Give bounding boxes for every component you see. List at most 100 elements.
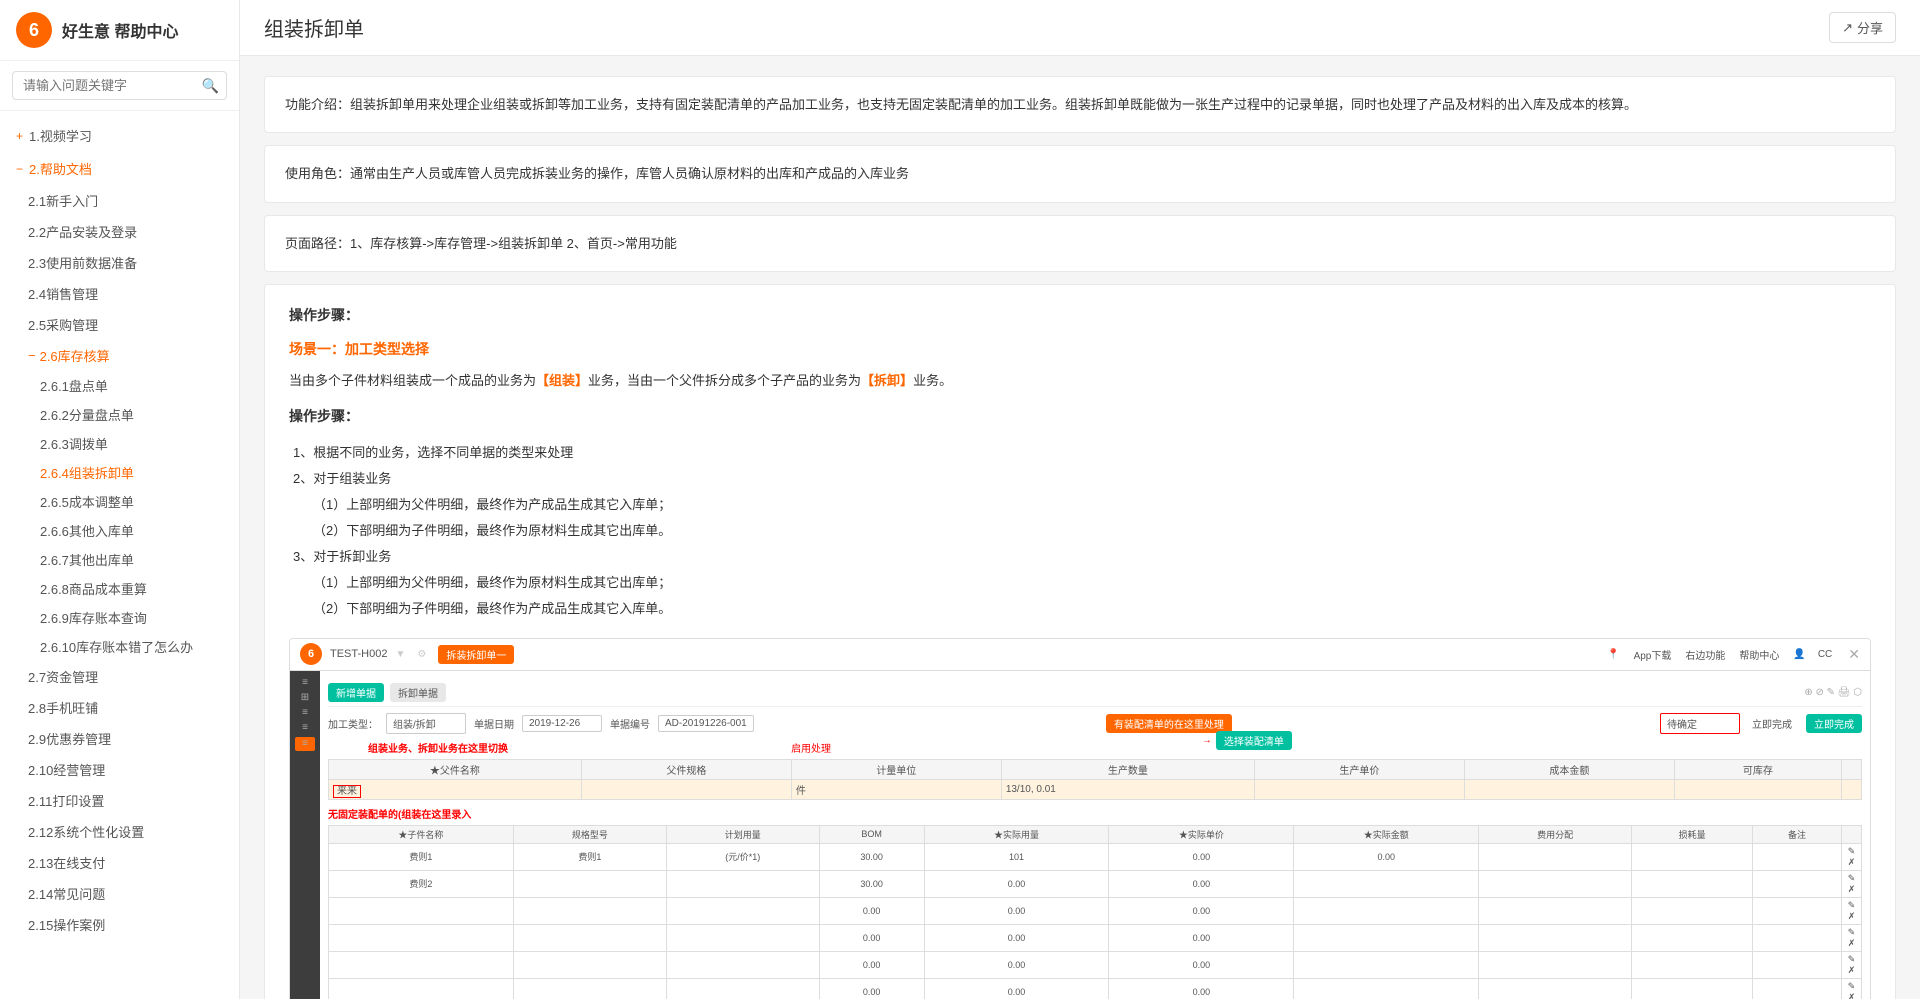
sidebar-item-other-out[interactable]: 2.6.7其他出库单: [0, 545, 239, 574]
mock-annotation-no-bom: 无固定装配单的(组装在这里录入: [328, 806, 1862, 821]
search-input[interactable]: [12, 71, 227, 100]
path-text: 页面路径：1、库存核算->库存管理->组装拆卸单 2、首页->常用功能: [285, 236, 677, 251]
share-button[interactable]: ↗ 分享: [1829, 12, 1896, 43]
sidebar-item-cost-adjust[interactable]: 2.6.5成本调整单: [0, 487, 239, 516]
path-section: 页面路径：1、库存核算->库存管理->组装拆卸单 2、首页->常用功能: [264, 215, 1896, 272]
mock-date-val: 2019-12-26: [522, 715, 602, 732]
role-text: 使用角色：通常由生产人员或库管人员完成拆装业务的操作，库管人员确认原材料的出库和…: [285, 166, 909, 181]
mock-help-center: 帮助中心: [1739, 647, 1779, 662]
mock-child-actual-amt-1: 0.00: [1294, 843, 1479, 870]
mock-child-row-5: 0.000.000.00✎ ✗: [329, 951, 1862, 978]
mock-child-actual-qty-1: 101: [924, 843, 1109, 870]
sidebar-item-payment[interactable]: 2.13在线支付: [0, 847, 239, 878]
mock-parent-price-1: [1254, 779, 1464, 799]
mock-th-stock: 可库存: [1674, 759, 1841, 779]
mock-child-actual-price-2: 0.00: [1109, 870, 1294, 897]
mock-close-icon: ✕: [1848, 646, 1860, 663]
sidebar-item-mobile[interactable]: 2.8手机旺铺: [0, 692, 239, 723]
screenshot-container: 6 TEST-H002 ▼ ⚙ 拆装拆卸单一 📍 App下载 右边功能 帮助中心…: [289, 638, 1871, 999]
sidebar-item-cases[interactable]: 2.15操作案例: [0, 909, 239, 940]
mock-parent-name-1: 来来: [329, 779, 582, 799]
sidebar-item-transfer[interactable]: 2.6.3调拨单: [0, 429, 239, 458]
role-section: 使用角色：通常由生产人员或库管人员完成拆装业务的操作，库管人员确认原材料的出库和…: [264, 145, 1896, 202]
mock-topbar: 6 TEST-H002 ▼ ⚙ 拆装拆卸单一 📍 App下载 右边功能 帮助中心…: [290, 639, 1870, 671]
search-icon[interactable]: 🔍: [202, 77, 219, 94]
mock-th-unit-price: 生产单价: [1254, 759, 1464, 779]
sidebar-item-ledger-query[interactable]: 2.6.9库存账本查询: [0, 603, 239, 632]
mock-parent-spec-1: [581, 779, 791, 799]
sidebar-item-coupon[interactable]: 2.9优惠券管理: [0, 723, 239, 754]
sidebar-item-customization[interactable]: 2.12系统个性化设置: [0, 816, 239, 847]
mock-code-val: AD-20191226-001: [658, 715, 754, 732]
nav-level2-items: 2.6.1盘点单 2.6.2分量盘点单 2.6.3调拨单 2.6.4组装拆卸单 …: [0, 371, 239, 661]
steps-list: 1、根据不同的业务，选择不同单据的类型来处理 2、对于组装业务 （1）上部明细为…: [289, 440, 1871, 622]
step-2-2: （2）下部明细为子件明细，最终作为原材料生成其它出库单。: [313, 518, 1871, 544]
mock-parent-unit-1: 件: [791, 779, 1001, 799]
sidebar-item-ledger-error[interactable]: 2.6.10库存账本错了怎么办: [0, 632, 239, 661]
mock-th-plan-qty: 计划用量: [666, 825, 819, 843]
mock-parent-table: ★父件名称 父件规格 计量单位 生产数量 生产单价 成本金额 可库存: [328, 759, 1862, 800]
sidebar-item-assembly[interactable]: 2.6.4组装拆卸单: [0, 458, 239, 487]
sidebar-item-faq[interactable]: 2.14常见问题: [0, 878, 239, 909]
main-content: 功能介绍：组装拆卸单用来处理企业组装或拆卸等加工业务，支持有固定装配清单的产品加…: [240, 56, 1920, 999]
sidebar-item-sales[interactable]: 2.4销售管理: [0, 278, 239, 309]
mock-form-content: 新增单据 拆卸单据 ⊕ ⊘ ✎ 🖨 ⬡ 加工类型： 组装/拆卸 单据日期 201…: [320, 671, 1870, 999]
mock-th-remark: 备注: [1753, 825, 1842, 843]
mock-logo: 6: [300, 643, 322, 665]
mock-th-prod-qty: 生产数量: [1001, 759, 1254, 779]
step-3-sub: （1）上部明细为父件明细，最终作为原材料生成其它出库单； （2）下部明细为子件明…: [293, 570, 1871, 622]
sidebar-item-video-learning[interactable]: + 1.视频学习: [0, 119, 239, 152]
nav-group-video: + 1.视频学习: [0, 119, 239, 152]
mock-app: 6 TEST-H002 ▼ ⚙ 拆装拆卸单一 📍 App下载 右边功能 帮助中心…: [290, 639, 1870, 999]
sidebar-item-cost-recalc[interactable]: 2.6.8商品成本重算: [0, 574, 239, 603]
sidebar: 6 好生意 帮助中心 🔍 + 1.视频学习 − 2.帮助文档 2.1新手入门 2…: [0, 0, 240, 999]
logo-text: 好生意 帮助中心: [62, 18, 178, 42]
intro-text: 功能介绍：组装拆卸单用来处理企业组装或拆卸等加工业务，支持有固定装配清单的产品加…: [285, 97, 1637, 112]
mock-th-parent-name: ★父件名称: [329, 759, 582, 779]
sidebar-item-beginner[interactable]: 2.1新手入门: [0, 185, 239, 216]
mock-child-bom-2: 30.00: [819, 870, 924, 897]
mock-th-bom: BOM: [819, 825, 924, 843]
mock-th-actual-qty: ★实际用量: [924, 825, 1109, 843]
mock-child-row-4: 0.000.000.00✎ ✗: [329, 924, 1862, 951]
mock-child-row-6: 0.000.000.00✎ ✗: [329, 978, 1862, 999]
sidebar-item-finance[interactable]: 2.7资金管理: [0, 661, 239, 692]
mock-parent-op-1: [1842, 779, 1862, 799]
step-2: 2、对于组装业务: [293, 466, 1871, 492]
mock-child-name-1: 费则1: [329, 843, 514, 870]
sidebar-item-other-in[interactable]: 2.6.6其他入库单: [0, 516, 239, 545]
sidebar-item-stocktake[interactable]: 2.6.1盘点单: [0, 371, 239, 400]
mock-th-parent-spec: 父件规格: [581, 759, 791, 779]
logo-icon: 6: [16, 12, 52, 48]
mock-date-label: 单据日期: [474, 716, 514, 731]
scenario1-title: 场景一：加工类型选择: [289, 339, 1871, 359]
mock-right-func: 右边功能: [1685, 647, 1725, 662]
sidebar-item-purchase[interactable]: 2.5采购管理: [0, 309, 239, 340]
sidebar-item-print[interactable]: 2.11打印设置: [0, 785, 239, 816]
sidebar-item-inventory[interactable]: − 2.6库存核算: [0, 340, 239, 371]
mock-app-download: App下载: [1634, 647, 1672, 662]
mock-confirm-btn: 立即完成: [1806, 714, 1862, 733]
mock-th-op: [1842, 759, 1862, 779]
sidebar-item-help-docs[interactable]: − 2.帮助文档: [0, 152, 239, 185]
mock-qty-label: 立即完成: [1752, 716, 1792, 731]
mock-main-area: ≡ ⊞ ≡ ≡ ≡ 新增单据 拆卸单据: [290, 671, 1870, 999]
sidebar-item-partial-stocktake[interactable]: 2.6.2分量盘点单: [0, 400, 239, 429]
mock-child-actual-amt-2: [1294, 870, 1479, 897]
minus-icon: −: [16, 162, 23, 176]
mock-child-op-2: ✎ ✗: [1842, 870, 1862, 897]
step-3-2: （2）下部明细为子件明细，最终作为产成品生成其它入库单。: [313, 596, 1871, 622]
mock-child-loss-1: [1632, 843, 1753, 870]
sidebar-item-ops[interactable]: 2.10经营管理: [0, 754, 239, 785]
search-bar: 🔍: [0, 61, 239, 111]
mock-child-name-2: 费则2: [329, 870, 514, 897]
op-steps-title: 操作步骤：: [289, 305, 1871, 325]
sidebar-item-install[interactable]: 2.2产品安装及登录: [0, 216, 239, 247]
op-steps2-title: 操作步骤：: [289, 406, 1871, 426]
sidebar-item-data-prep[interactable]: 2.3使用前数据准备: [0, 247, 239, 278]
mock-child-dist-1: [1479, 843, 1632, 870]
mock-th-unit: 计量单位: [791, 759, 1001, 779]
mock-th-cost-dist: 费用分配: [1479, 825, 1632, 843]
mock-cc: CC: [1818, 649, 1832, 660]
step-2-sub: （1）上部明细为父件明细，最终作为产成品生成其它入库单； （2）下部明细为子件明…: [293, 492, 1871, 544]
